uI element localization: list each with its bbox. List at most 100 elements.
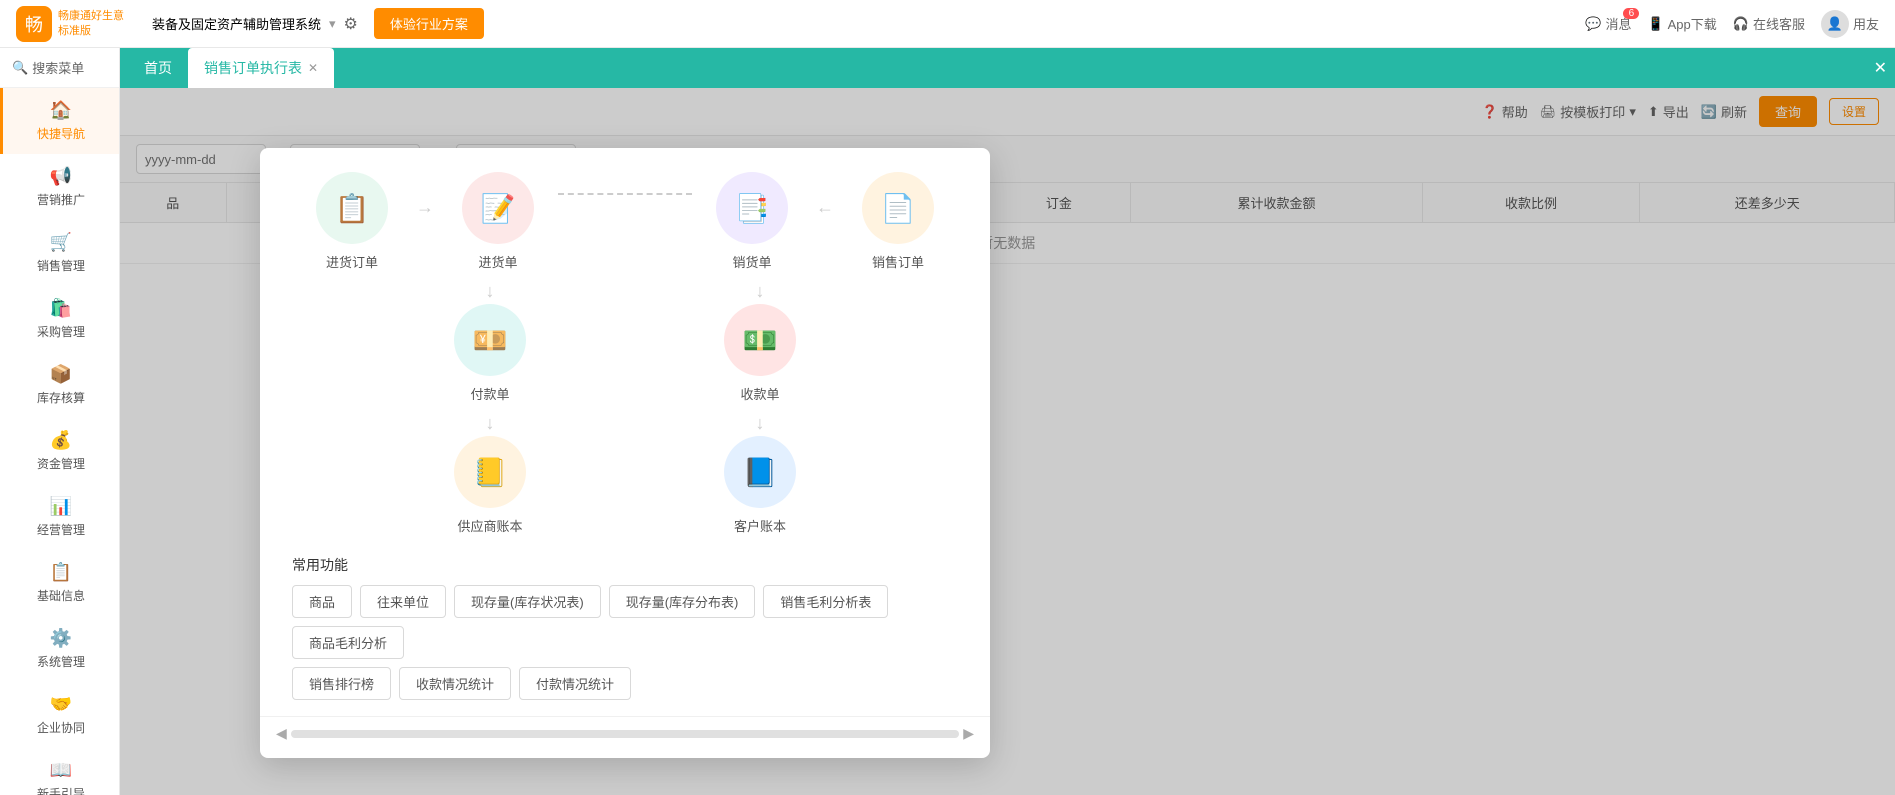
arrow-right-1: → <box>416 197 434 246</box>
scroll-track[interactable] <box>291 730 959 738</box>
sidebar-item-label: 采购管理 <box>37 323 85 340</box>
main-layout: 🔍 搜索菜单 🏠 快捷导航 📢 营销推广 🛒 销售管理 🛍️ 采购管理 📦 库存… <box>0 48 1895 795</box>
sidebar-item-purchase[interactable]: 🛍️ 采购管理 <box>0 286 119 352</box>
flow-down-arrows-2: ↓ ↓ <box>292 411 958 436</box>
flow-node-sales-order[interactable]: 📄 销售订单 <box>838 172 958 271</box>
sidebar-item-base-info[interactable]: 📋 基础信息 <box>0 550 119 616</box>
flow-down-arrows: ↓ ↓ <box>292 279 958 304</box>
purchase-icon: 🛍️ <box>50 298 72 319</box>
down-arrow-receipt: ↓ <box>700 281 820 302</box>
flow-node-customer-ledger[interactable]: 📘 客户账本 <box>700 436 820 535</box>
gear-icon[interactable]: ⚙ <box>344 14 358 34</box>
tab-close-all-icon[interactable]: ✕ <box>1874 58 1887 78</box>
btn-payment-stats[interactable]: 付款情况统计 <box>519 667 631 700</box>
purchase-bill-circle: 📝 <box>462 172 534 244</box>
flow-row-1: 📋 进货订单 → 📝 进货单 <box>292 172 958 271</box>
search-menu-label: 搜索菜单 <box>32 58 84 77</box>
sidebar-item-operations[interactable]: 📊 经营管理 <box>0 484 119 550</box>
logo-area: 畅 畅康通好生意 标准版 <box>16 6 136 42</box>
purchase-bill-label: 进货单 <box>478 252 517 271</box>
base-info-icon: 📋 <box>50 562 72 583</box>
supplier-ledger-label: 供应商账本 <box>457 516 522 535</box>
message-action[interactable]: 💬 消息 6 <box>1585 14 1631 33</box>
message-icon: 💬 <box>1585 16 1601 32</box>
sidebar-item-system[interactable]: ⚙️ 系统管理 <box>0 616 119 682</box>
app-download-action[interactable]: 📱 App下载 <box>1647 14 1716 33</box>
down-arrow-customer: ↓ <box>700 413 820 434</box>
app-download-label: App下载 <box>1668 14 1717 33</box>
btn-sales-profit-analysis[interactable]: 销售毛利分析表 <box>763 585 888 618</box>
customer-ledger-circle: 📘 <box>724 436 796 508</box>
btn-counterparty[interactable]: 往来单位 <box>360 585 446 618</box>
logo-icon: 畅 <box>16 6 52 42</box>
scroll-left-icon[interactable]: ◀ <box>276 725 287 742</box>
dropdown-arrow-icon[interactable]: ▾ <box>329 16 336 32</box>
modal-box: 📋 进货订单 → 📝 进货单 <box>260 148 990 758</box>
scroll-bar-row: ◀ ▶ <box>260 716 990 758</box>
system-title: 装备及固定资产辅助管理系统 ▾ ⚙ 体验行业方案 <box>136 8 1585 39</box>
sidebar-item-label: 销售管理 <box>37 257 85 274</box>
payment-circle: 💴 <box>454 304 526 376</box>
sales-bill-label: 销货单 <box>732 252 771 271</box>
btn-receipt-stats[interactable]: 收款情况统计 <box>399 667 511 700</box>
system-name: 装备及固定资产辅助管理系统 <box>152 14 321 33</box>
common-functions: 常用功能 商品 往来单位 现存量(库存状况表) 现存量(库存分布表) 销售毛利分… <box>260 543 990 716</box>
sidebar-item-label: 系统管理 <box>37 653 85 670</box>
online-service-label: 在线客服 <box>1753 14 1805 33</box>
sidebar-item-sales[interactable]: 🛒 销售管理 <box>0 220 119 286</box>
finance-icon: 💰 <box>50 430 72 451</box>
customer-ledger-label: 客户账本 <box>734 516 786 535</box>
guide-icon: 📖 <box>50 760 72 781</box>
sidebar-item-label: 营销推广 <box>37 191 85 208</box>
btn-goods-profit[interactable]: 商品毛利分析 <box>292 626 404 659</box>
receipt-label: 收款单 <box>740 384 779 403</box>
cf-title: 常用功能 <box>292 555 958 575</box>
sidebar-item-label: 基础信息 <box>37 587 85 604</box>
marketing-icon: 📢 <box>50 166 72 187</box>
supplier-ledger-circle: 📒 <box>454 436 526 508</box>
flow-node-purchase-bill[interactable]: 📝 进货单 <box>438 172 558 271</box>
btn-sales-ranking[interactable]: 销售排行榜 <box>292 667 391 700</box>
sales-order-circle: 📄 <box>862 172 934 244</box>
flow-row-3: 📒 供应商账本 📘 客户账本 <box>292 436 958 535</box>
sidebar-item-label: 企业协同 <box>37 719 85 736</box>
app-icon: 📱 <box>1647 16 1663 32</box>
sidebar-item-label: 经营管理 <box>37 521 85 538</box>
tab-sales-order[interactable]: 销售订单执行表 ✕ <box>188 48 334 88</box>
sidebar-item-finance[interactable]: 💰 资金管理 <box>0 418 119 484</box>
sidebar-item-guide[interactable]: 📖 新手引导 <box>0 748 119 795</box>
btn-stock-distribution[interactable]: 现存量(库存分布表) <box>609 585 756 618</box>
modal-overlay[interactable]: 📋 进货订单 → 📝 进货单 <box>120 88 1895 795</box>
sidebar-item-label: 快捷导航 <box>37 125 85 142</box>
btn-stock-status[interactable]: 现存量(库存状况表) <box>454 585 601 618</box>
btn-goods[interactable]: 商品 <box>292 585 352 618</box>
tab-close-icon[interactable]: ✕ <box>308 61 318 75</box>
tab-home[interactable]: 首页 <box>128 48 188 88</box>
sidebar-item-marketing[interactable]: 📢 营销推广 <box>0 154 119 220</box>
cf-buttons-row2: 销售排行榜 收款情况统计 付款情况统计 <box>292 667 958 700</box>
receipt-circle: 💵 <box>724 304 796 376</box>
search-menu[interactable]: 🔍 搜索菜单 <box>0 48 119 88</box>
trial-button[interactable]: 体验行业方案 <box>374 8 484 39</box>
arrow-left-1: ← <box>816 197 834 246</box>
message-badge: 6 <box>1623 8 1639 19</box>
user-action[interactable]: 👤 用友 <box>1821 10 1879 38</box>
flow-node-sales-bill[interactable]: 📑 销货单 <box>692 172 812 271</box>
sidebar-item-inventory[interactable]: 📦 库存核算 <box>0 352 119 418</box>
sidebar-item-collab[interactable]: 🤝 企业协同 <box>0 682 119 748</box>
flow-node-supplier-ledger[interactable]: 📒 供应商账本 <box>430 436 550 535</box>
inventory-icon: 📦 <box>50 364 72 385</box>
tab-bar: 首页 销售订单执行表 ✕ ✕ <box>120 48 1895 88</box>
sidebar-item-label: 资金管理 <box>37 455 85 472</box>
operations-icon: 📊 <box>50 496 72 517</box>
sidebar-item-quick-nav[interactable]: 🏠 快捷导航 <box>0 88 119 154</box>
flow-node-payment[interactable]: 💴 付款单 <box>430 304 550 403</box>
payment-label: 付款单 <box>470 384 509 403</box>
header-right: 💬 消息 6 📱 App下载 🎧 在线客服 👤 用友 <box>1585 10 1879 38</box>
flow-node-receipt[interactable]: 💵 收款单 <box>700 304 820 403</box>
flow-node-purchase-order[interactable]: 📋 进货订单 <box>292 172 412 271</box>
scroll-right-icon[interactable]: ▶ <box>963 725 974 742</box>
online-service-action[interactable]: 🎧 在线客服 <box>1733 14 1805 33</box>
top-header: 畅 畅康通好生意 标准版 装备及固定资产辅助管理系统 ▾ ⚙ 体验行业方案 💬 … <box>0 0 1895 48</box>
purchase-order-circle: 📋 <box>316 172 388 244</box>
